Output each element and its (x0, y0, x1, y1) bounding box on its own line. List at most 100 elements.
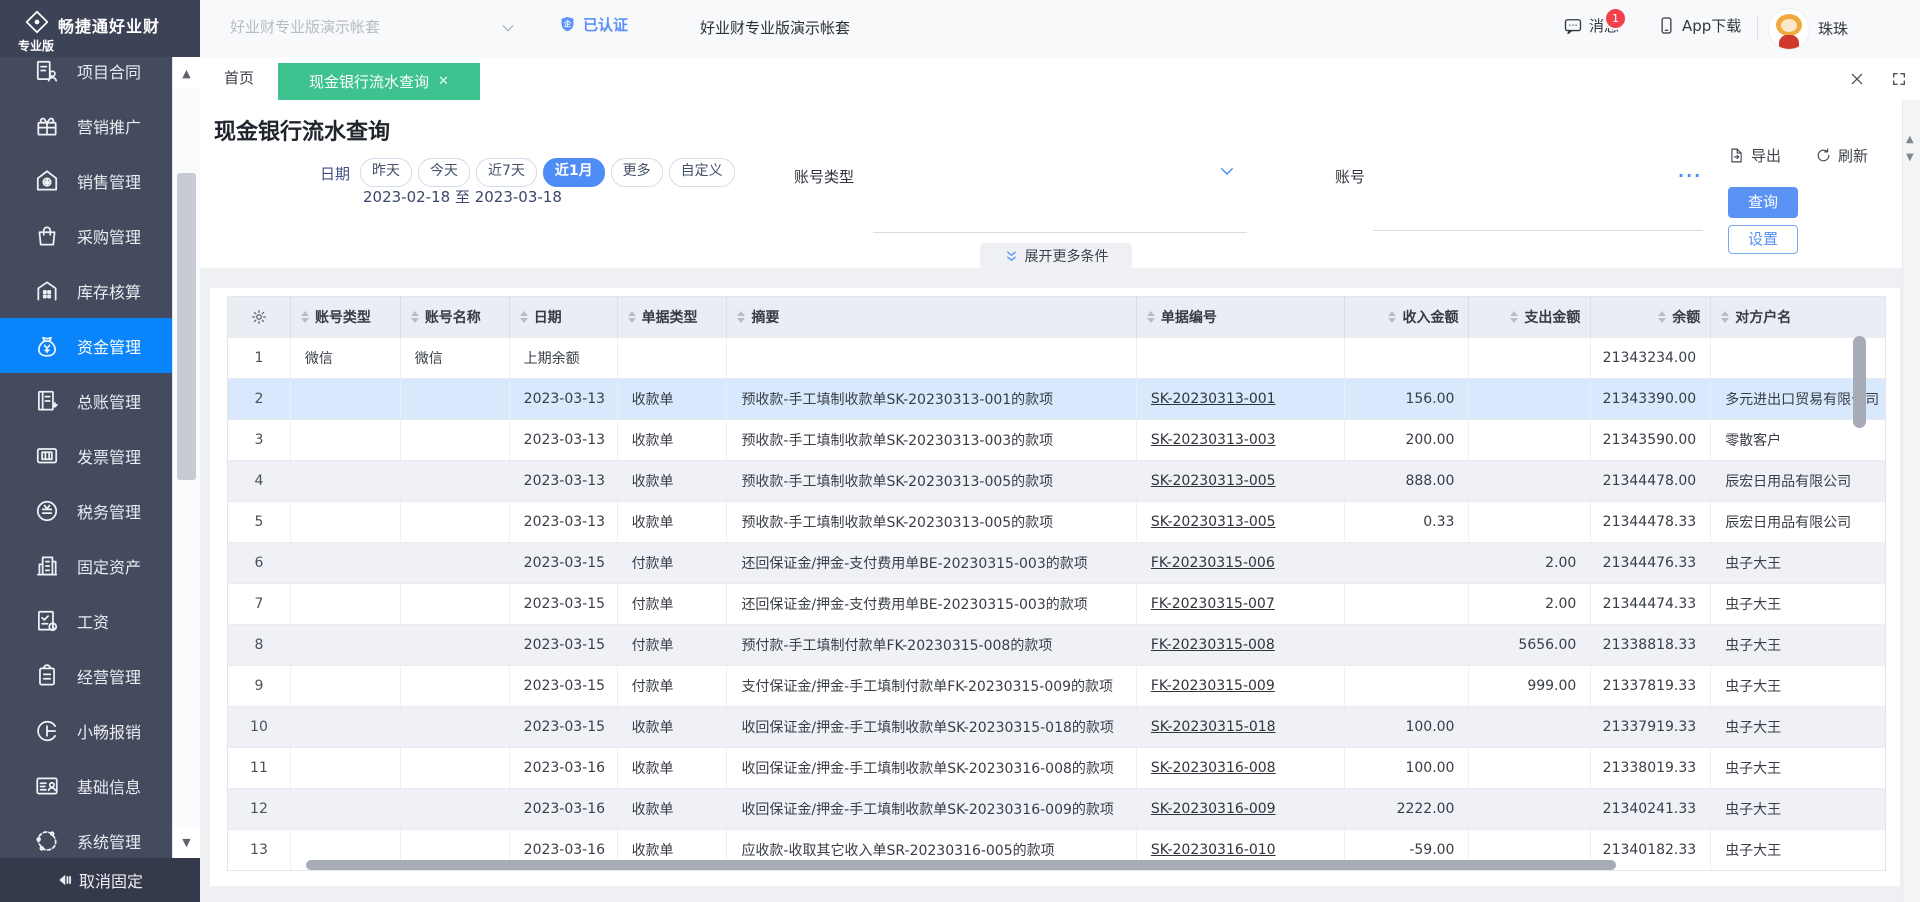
cell-income: 156.00 (1345, 379, 1470, 419)
tab-close-icon[interactable]: ✕ (438, 74, 449, 89)
sidebar-scrollbar: ▲ ▼ (172, 57, 200, 858)
sidebar-scrollbar-thumb[interactable] (177, 173, 196, 480)
page-title: 现金银行流水查询 (214, 120, 391, 145)
sidebar-item-expense[interactable]: 小畅报销 (0, 703, 173, 758)
sidebar-item-marketing[interactable]: 营销推广 (0, 98, 173, 153)
avatar[interactable] (1768, 8, 1810, 50)
chevron-down-icon[interactable] (500, 20, 516, 36)
tab-home[interactable]: 首页 (200, 57, 278, 100)
doc-no-link[interactable]: SK-20230316-008 (1151, 760, 1276, 776)
cell-income (1345, 338, 1470, 378)
column-header-label: 收入金额 (1402, 310, 1459, 326)
vertical-scrollbar-thumb[interactable] (1853, 336, 1866, 428)
query-panel: 现金银行流水查询 导出 刷新 日期 昨天 今天 近7天 近1月 更多 自定义 2023-0… (200, 100, 1920, 269)
cell-counterparty: 虫子大王 (1725, 761, 1782, 777)
sidebar-item-funds[interactable]: 资金管理 (0, 318, 173, 373)
column-header-account_name[interactable]: 账号名称 (401, 297, 510, 337)
column-header-summary[interactable]: 摘要 (727, 297, 1137, 337)
date-pill-昨天[interactable]: 昨天 (360, 158, 412, 187)
query-button[interactable]: 查询 (1728, 187, 1798, 218)
page-scroll-down-arrow[interactable]: ▼ (1906, 152, 1914, 163)
export-button[interactable]: 导出 (1728, 145, 1781, 166)
date-pill-近7天[interactable]: 近7天 (476, 158, 537, 187)
column-header-doc_type[interactable]: 单据类型 (618, 297, 728, 337)
doc-no-link[interactable]: SK-20230313-005 (1151, 514, 1276, 530)
account-input[interactable] (1373, 230, 1703, 231)
account-label: 账号 (1335, 168, 1366, 186)
scroll-down-arrow[interactable]: ▼ (173, 826, 200, 858)
cell-date: 2023-03-16 (510, 789, 618, 829)
logo-title: 畅捷通好业财 (58, 17, 161, 36)
sidebar-item-basic-info[interactable]: 基础信息 (0, 758, 173, 813)
page-scroll-up-arrow[interactable]: ▲ (1906, 134, 1914, 145)
refresh-button[interactable]: 刷新 (1815, 145, 1868, 166)
date-pill-近1月[interactable]: 近1月 (542, 158, 605, 187)
sidebar-item-invoice[interactable]: 发票管理 (0, 428, 173, 483)
sidebar-item-project-contract[interactable]: 项目合同 (0, 57, 173, 98)
cell-expense (1469, 461, 1592, 501)
scroll-up-arrow[interactable]: ▲ (173, 57, 200, 89)
cell-expense (1469, 379, 1592, 419)
column-header-date[interactable]: 日期 (510, 297, 618, 337)
sidebar-item-tax[interactable]: 税务管理 (0, 483, 173, 538)
settings-button[interactable]: 设置 (1728, 225, 1798, 254)
account-lookup-button[interactable]: ... (1678, 162, 1702, 181)
table-row[interactable]: 6 2023-03-15 付款单 还回保证金/押金-支付费用单BE-20230315-… (228, 542, 1885, 583)
column-header-counterparty[interactable]: 对方户名 (1711, 297, 1885, 337)
sidebar-item-sales[interactable]: 销售管理 (0, 153, 173, 208)
table-row[interactable]: 3 2023-03-13 收款单 预收款-手工填制收款单SK-20230313-003… (228, 419, 1885, 460)
doc-no-link[interactable]: SK-20230315-018 (1151, 719, 1276, 735)
app-download-button[interactable]: App下载 (1657, 15, 1741, 36)
doc-no-link[interactable]: SK-20230316-009 (1151, 801, 1276, 817)
purchase-icon (34, 223, 60, 249)
doc-no-link[interactable]: FK-20230315-007 (1151, 596, 1275, 612)
date-pill-今天[interactable]: 今天 (418, 158, 470, 187)
doc-no-link[interactable]: SK-20230313-003 (1151, 432, 1276, 448)
column-header-balance[interactable]: 余额 (1591, 297, 1712, 337)
doc-no-link[interactable]: SK-20230316-010 (1151, 842, 1276, 858)
sidebar-item-purchase[interactable]: 采购管理 (0, 208, 173, 263)
cell-summary: 收回保证金/押金-手工填制收款单SK-20230315-018的款项 (727, 707, 1137, 747)
sidebar-item-system[interactable]: 系统管理 (0, 813, 173, 858)
sidebar-item-inventory[interactable]: 库存核算 (0, 263, 173, 318)
expand-more-conditions-button[interactable]: 展开更多条件 (980, 243, 1132, 269)
fullscreen-icon[interactable] (1888, 68, 1910, 90)
column-header-account_type[interactable]: 账号类型 (291, 297, 401, 337)
date-pill-自定义[interactable]: 自定义 (668, 158, 735, 187)
chevron-down-icon[interactable] (1218, 162, 1236, 180)
cell-doc_type: 付款单 (618, 625, 728, 665)
workspace-selector[interactable]: 好业财专业版演示帐套 (230, 16, 530, 42)
column-header-expense[interactable]: 支出金额 (1469, 297, 1592, 337)
table-row[interactable]: 7 2023-03-15 付款单 还回保证金/押金-支付费用单BE-20230315-… (228, 583, 1885, 624)
account-type-select[interactable] (873, 232, 1247, 233)
date-pill-更多[interactable]: 更多 (610, 158, 663, 187)
horizontal-scrollbar-thumb[interactable] (306, 860, 1616, 870)
sidebar-item-fixed-assets[interactable]: 固定资产 (0, 538, 173, 593)
column-settings-gear-icon[interactable] (228, 297, 291, 337)
sidebar-item-label: 系统管理 (77, 832, 142, 852)
user-name[interactable]: 珠珠 (1818, 18, 1848, 39)
table-row[interactable]: 4 2023-03-13 收款单 预收款-手工填制收款单SK-20230313-005… (228, 460, 1885, 501)
table-row[interactable]: 1 微信 微信 上期余额 21343234.00 (228, 337, 1885, 378)
sidebar-item-operations[interactable]: 经营管理 (0, 648, 173, 703)
column-header-income[interactable]: 收入金额 (1345, 297, 1470, 337)
tab-cash-bank-flow[interactable]: 现金银行流水查询 ✕ (278, 63, 480, 100)
doc-no-link[interactable]: SK-20230313-001 (1151, 391, 1276, 407)
table-row[interactable]: 8 2023-03-15 付款单 预付款-手工填制付款单FK-20230315-008… (228, 624, 1885, 665)
sidebar-item-payroll[interactable]: 工资 (0, 593, 173, 648)
doc-no-link[interactable]: SK-20230313-005 (1151, 473, 1276, 489)
sidebar-item-general-ledger[interactable]: 总账管理 (0, 373, 173, 428)
table-row[interactable]: 5 2023-03-13 收款单 预收款-手工填制收款单SK-20230313-005… (228, 501, 1885, 542)
table-row[interactable]: 10 2023-03-15 收款单 收回保证金/押金-手工填制收款单SK-202303… (228, 706, 1885, 747)
table-row[interactable]: 2 2023-03-13 收款单 预收款-手工填制收款单SK-20230313-001… (228, 378, 1885, 419)
doc-no-link[interactable]: FK-20230315-006 (1151, 555, 1275, 571)
unpin-sidebar-button[interactable]: 取消固定 (0, 858, 200, 902)
cell-expense (1469, 789, 1592, 829)
table-row[interactable]: 9 2023-03-15 付款单 支付保证金/押金-手工填制付款单FK-2023031… (228, 665, 1885, 706)
doc-no-link[interactable]: FK-20230315-008 (1151, 637, 1275, 653)
doc-no-link[interactable]: FK-20230315-009 (1151, 678, 1275, 694)
column-header-doc_no[interactable]: 单据编号 (1137, 297, 1345, 337)
table-row[interactable]: 11 2023-03-16 收款单 收回保证金/押金-手工填制收款单SK-202303… (228, 747, 1885, 788)
table-row[interactable]: 12 2023-03-16 收款单 收回保证金/押金-手工填制收款单SK-202303… (228, 788, 1885, 829)
close-icon[interactable] (1846, 68, 1868, 90)
